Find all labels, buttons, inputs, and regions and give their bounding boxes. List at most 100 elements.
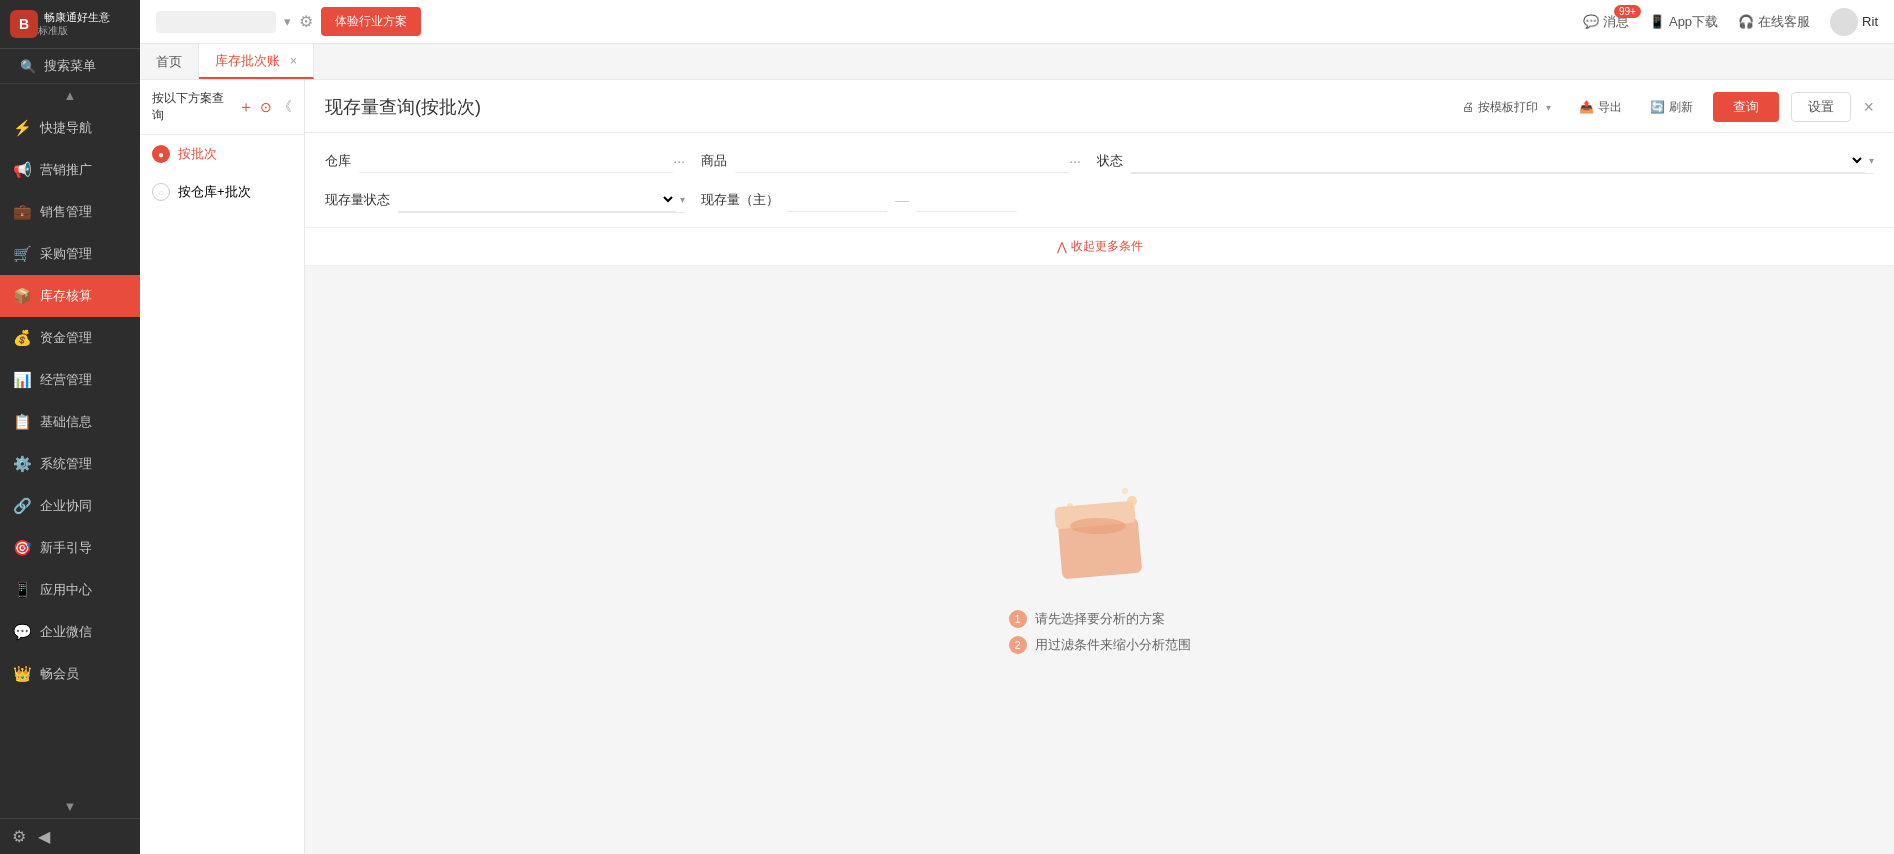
scheme-active-indicator: ● xyxy=(152,145,170,163)
page-actions: 🖨 按模板打印 ▾ 📤 导出 🔄 刷新 查询 设 xyxy=(1454,92,1874,122)
sidebar-item-apps[interactable]: 📱 应用中心 xyxy=(0,569,140,611)
close-panel-btn[interactable]: × xyxy=(1863,97,1874,118)
system-icon: ⚙️ xyxy=(12,454,32,474)
scheme-item-batch[interactable]: ● 按批次 xyxy=(140,135,304,173)
sidebar-company-info: 畅康通好生意 标准版 xyxy=(38,10,110,38)
inventory-qty-max[interactable] xyxy=(917,188,1017,212)
sidebar-logo: B xyxy=(10,10,38,38)
inventory-qty-label: 现存量（主） xyxy=(701,191,779,209)
empty-step-1: 1 请先选择要分析的方案 xyxy=(1009,610,1165,628)
customer-service-label: 在线客服 xyxy=(1758,13,1810,31)
step-2-text: 用过滤条件来缩小分析范围 xyxy=(1035,636,1191,654)
marketing-icon: 📢 xyxy=(12,160,32,180)
messages-btn[interactable]: 💬 消息 99+ xyxy=(1583,13,1629,31)
scroll-down-btn[interactable]: ▼ xyxy=(0,795,140,818)
sidebar-header: B 畅康通好生意 标准版 xyxy=(0,0,140,49)
scroll-up-btn[interactable]: ▲ xyxy=(0,84,140,107)
topbar-dropdown-icon[interactable]: ▾ xyxy=(284,14,291,29)
print-label: 按模板打印 xyxy=(1478,99,1538,116)
app-download-btn[interactable]: 📱 App下载 xyxy=(1649,13,1718,31)
user-avatar xyxy=(1830,8,1858,36)
topbar: ▾ ⚙ 体验行业方案 💬 消息 99+ 📱 App下载 🎧 在线客服 Rit xyxy=(140,0,1894,44)
tab-close-btn[interactable]: × xyxy=(290,54,297,68)
topbar-settings-icon[interactable]: ⚙ xyxy=(299,12,313,31)
sidebar-item-label: 畅会员 xyxy=(40,665,79,683)
collapse-filter-row: ⋀ 收起更多条件 xyxy=(305,228,1894,266)
empty-illustration xyxy=(1040,466,1160,586)
customer-service-btn[interactable]: 🎧 在线客服 xyxy=(1738,13,1810,31)
warehouse-input[interactable] xyxy=(359,149,673,173)
scheme-batch-label: 按批次 xyxy=(178,145,217,163)
goods-more-btn[interactable]: ··· xyxy=(1069,153,1081,169)
warehouse-field: 仓库 ··· xyxy=(325,149,685,173)
inventory-status-field: 现存量状态 有库存 无库存 ▾ xyxy=(325,186,685,213)
sidebar-item-system[interactable]: ⚙️ 系统管理 xyxy=(0,443,140,485)
scheme-settings-btn[interactable]: ⊙ xyxy=(260,99,272,115)
status-label: 状态 xyxy=(1097,152,1123,170)
sidebar-search-item[interactable]: 🔍 搜索菜单 xyxy=(0,49,140,84)
phone-icon: 📱 xyxy=(1649,14,1665,29)
scheme-inactive-indicator: ○ xyxy=(152,183,170,201)
sidebar-item-marketing[interactable]: 📢 营销推广 xyxy=(0,149,140,191)
sidebar-item-label: 企业协同 xyxy=(40,497,92,515)
warehouse-more-btn[interactable]: ··· xyxy=(673,153,685,169)
sidebar-item-wechat[interactable]: 💬 企业微信 xyxy=(0,611,140,653)
breadcrumb-search[interactable] xyxy=(156,11,276,33)
sidebar-item-purchase[interactable]: 🛒 采购管理 xyxy=(0,233,140,275)
page-header: 现存量查询(按批次) 🖨 按模板打印 ▾ 📤 导出 🔄 xyxy=(305,80,1894,133)
empty-steps: 1 请先选择要分析的方案 2 用过滤条件来缩小分析范围 xyxy=(1009,610,1191,654)
page-title-row: 现存量查询(按批次) 🖨 按模板打印 ▾ 📤 导出 🔄 xyxy=(325,92,1874,122)
experience-industry-btn[interactable]: 体验行业方案 xyxy=(321,7,421,36)
settings-btn[interactable]: 设置 xyxy=(1791,92,1851,122)
topbar-left: ▾ ⚙ 体验行业方案 xyxy=(156,7,1583,36)
purchase-icon: 🛒 xyxy=(12,244,32,264)
step-2-num: 2 xyxy=(1009,636,1027,654)
sidebar-item-finance[interactable]: 💰 资金管理 xyxy=(0,317,140,359)
user-profile-btn[interactable]: Rit xyxy=(1830,8,1878,36)
sidebar-item-label: 基础信息 xyxy=(40,413,92,431)
operations-icon: 📊 xyxy=(12,370,32,390)
collapse-sidebar-icon[interactable]: ◀ xyxy=(38,827,50,846)
sidebar-item-enterprise[interactable]: 🔗 企业协同 xyxy=(0,485,140,527)
page-title: 现存量查询(按批次) xyxy=(325,95,481,119)
inventory-status-select[interactable]: 有库存 无库存 xyxy=(398,186,676,212)
sidebar-item-inventory[interactable]: 📦 库存核算 xyxy=(0,275,140,317)
goods-input[interactable] xyxy=(735,149,1069,173)
collapse-more-conditions-btn[interactable]: ⋀ 收起更多条件 xyxy=(1049,234,1151,259)
sidebar-item-label: 系统管理 xyxy=(40,455,92,473)
sidebar-item-sales[interactable]: 💼 销售管理 xyxy=(0,191,140,233)
home-tab-label: 首页 xyxy=(156,53,182,71)
status-field: 状态 正常 停用 ▾ xyxy=(1097,147,1874,174)
print-btn[interactable]: 🖨 按模板打印 ▾ xyxy=(1454,95,1559,120)
status-select[interactable]: 正常 停用 xyxy=(1131,147,1865,173)
goods-label: 商品 xyxy=(701,152,727,170)
add-scheme-btn[interactable]: ＋ xyxy=(238,97,254,118)
sidebar-item-label: 应用中心 xyxy=(40,581,92,599)
refresh-label: 刷新 xyxy=(1669,99,1693,116)
refresh-btn[interactable]: 🔄 刷新 xyxy=(1642,95,1701,120)
sidebar-item-label: 新手引导 xyxy=(40,539,92,557)
scheme-item-warehouse-batch[interactable]: ○ 按仓库+批次 xyxy=(140,173,304,211)
filter-row-2: 现存量状态 有库存 无库存 ▾ 现存量（主） xyxy=(325,186,1874,213)
settings-icon[interactable]: ⚙ xyxy=(12,827,26,846)
tab-inventory-batch[interactable]: 库存批次账 × xyxy=(199,44,314,79)
sidebar-item-quick-nav[interactable]: ⚡ 快捷导航 xyxy=(0,107,140,149)
collapse-panel-btn[interactable]: 《 xyxy=(278,98,292,116)
app-download-label: App下载 xyxy=(1669,13,1718,31)
inventory-qty-min[interactable] xyxy=(787,188,887,212)
query-btn[interactable]: 查询 xyxy=(1713,92,1779,122)
basic-icon: 📋 xyxy=(12,412,32,432)
sidebar-item-member[interactable]: 👑 畅会员 xyxy=(0,653,140,695)
inventory-qty-wrapper: — xyxy=(787,188,1081,212)
sidebar-item-newbie[interactable]: 🎯 新手引导 xyxy=(0,527,140,569)
tab-home[interactable]: 首页 xyxy=(140,44,199,79)
print-dropdown-arrow[interactable]: ▾ xyxy=(1546,102,1551,113)
sidebar-item-basic[interactable]: 📋 基础信息 xyxy=(0,401,140,443)
svg-point-3 xyxy=(1127,496,1137,506)
export-btn[interactable]: 📤 导出 xyxy=(1571,95,1630,120)
tab-bar: 首页 库存批次账 × xyxy=(140,44,1894,80)
svg-point-5 xyxy=(1122,488,1128,494)
content-area: 按以下方案查询 ＋ ⊙ 《 ● 按批次 ○ 按仓库+批次 现存量查询(按批次) xyxy=(140,80,1894,854)
export-label: 导出 xyxy=(1598,99,1622,116)
sidebar-item-operations[interactable]: 📊 经营管理 xyxy=(0,359,140,401)
